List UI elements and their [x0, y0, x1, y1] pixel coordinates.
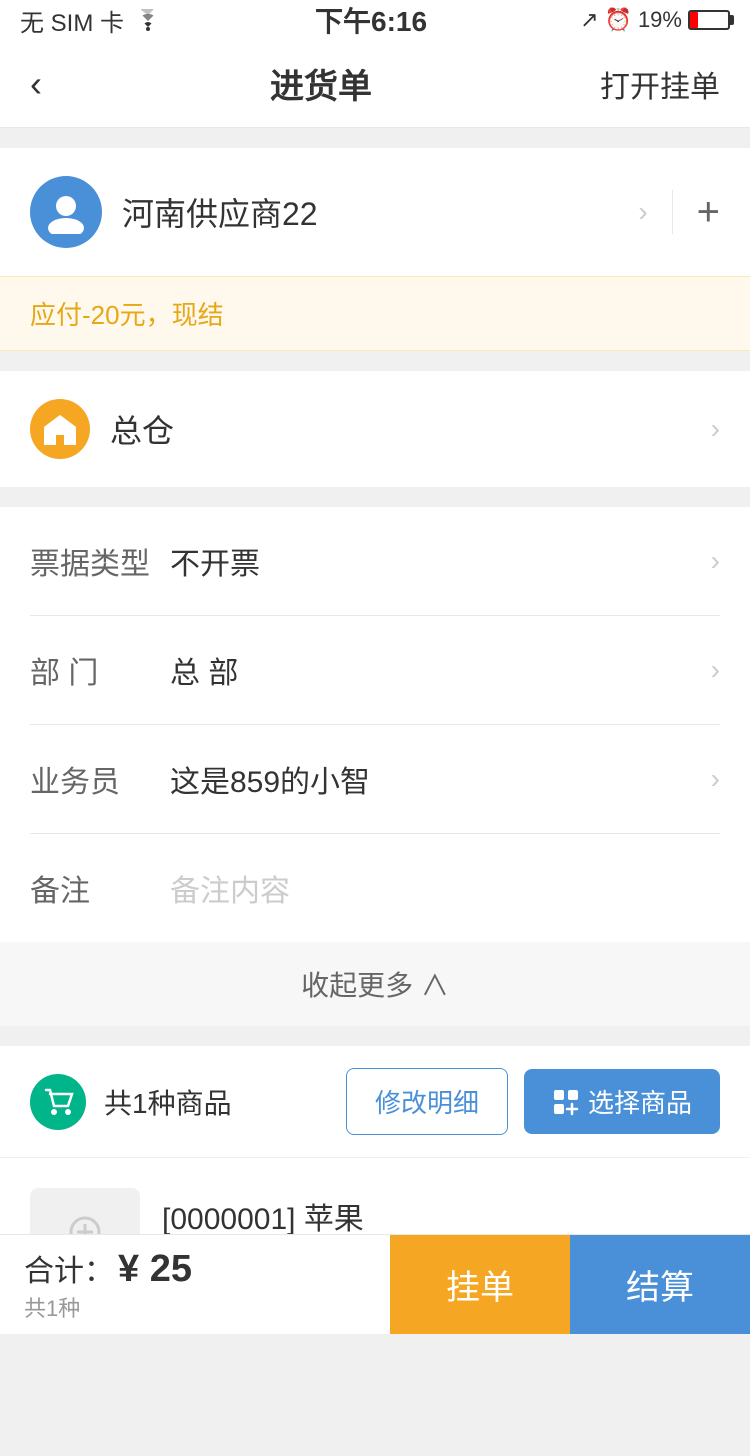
warehouse-row[interactable]: 总仓 › [0, 371, 750, 487]
modify-detail-button[interactable]: 修改明细 [346, 1068, 508, 1135]
department-label: 部 门 [30, 648, 160, 692]
battery-percent: 19% [638, 7, 682, 33]
status-bar: 无 SIM 卡 下午6:16 ↗ ⏰ 19% [0, 0, 750, 40]
collapse-text: 收起更多 ∧ [301, 964, 449, 1004]
hang-button[interactable]: 挂单 [390, 1235, 570, 1334]
status-left: 无 SIM 卡 [20, 3, 162, 38]
department-value: 总 部 [160, 648, 711, 692]
gap-4 [0, 1026, 750, 1046]
salesperson-chevron-icon: › [711, 763, 720, 795]
supplier-divider [672, 190, 673, 234]
location-icon: ↗ [580, 7, 598, 33]
total-section: 合计： ¥ 25 共1种 [0, 1235, 390, 1334]
settle-label: 结算 [626, 1260, 694, 1309]
total-label: 合计： [24, 1246, 114, 1290]
alarm-icon: ⏰ [605, 7, 632, 33]
supplier-chevron-icon: › [638, 196, 647, 228]
product-count-icon [30, 1074, 86, 1130]
select-product-button[interactable]: 选择商品 [524, 1069, 720, 1134]
invoice-type-value: 不开票 [160, 539, 711, 583]
form-section: 票据类型 不开票 › 部 门 总 部 › 业务员 这是859的小智 › 备注 备… [0, 507, 750, 942]
page-title: 进货单 [270, 59, 372, 108]
warehouse-icon [30, 399, 90, 459]
supplier-row[interactable]: 河南供应商22 › + [0, 148, 750, 276]
product-count-text: 共1种商品 [104, 1082, 346, 1122]
open-hang-button[interactable]: 打开挂单 [600, 62, 720, 106]
supplier-section: 河南供应商22 › + 应付-20元，现结 [0, 148, 750, 351]
product-name: [0000001] 苹果 [162, 1194, 668, 1238]
gap-3 [0, 487, 750, 507]
invoice-chevron-icon: › [711, 545, 720, 577]
status-right: ↗ ⏰ 19% [580, 7, 730, 33]
wifi-icon [134, 9, 162, 31]
supplier-avatar [30, 176, 102, 248]
warehouse-section: 总仓 › [0, 371, 750, 487]
invoice-type-row[interactable]: 票据类型 不开票 › [0, 507, 750, 615]
settle-button[interactable]: 结算 [570, 1235, 750, 1334]
product-code: [0000001] [162, 1203, 295, 1236]
bottom-bar: 合计： ¥ 25 共1种 挂单 结算 [0, 1234, 750, 1334]
cart-icon [42, 1086, 74, 1118]
supplier-name: 河南供应商22 [122, 189, 638, 235]
remark-label: 备注 [30, 866, 160, 910]
select-product-label: 选择商品 [588, 1083, 692, 1120]
add-supplier-button[interactable]: + [697, 190, 720, 235]
department-row[interactable]: 部 门 总 部 › [0, 616, 750, 724]
status-time: 下午6:16 [315, 0, 427, 40]
remark-row[interactable]: 备注 备注内容 [0, 834, 750, 942]
total-amount: ¥ 25 [118, 1248, 192, 1291]
department-chevron-icon: › [711, 654, 720, 686]
collapse-toggle[interactable]: 收起更多 ∧ [0, 942, 750, 1026]
product-header: 共1种商品 修改明细 选择商品 [0, 1046, 750, 1158]
gap-1 [0, 128, 750, 148]
salesperson-label: 业务员 [30, 757, 160, 801]
invoice-type-label: 票据类型 [30, 539, 160, 583]
gap-2 [0, 351, 750, 371]
salesperson-value: 这是859的小智 [160, 757, 711, 801]
nav-bar: ‹ 进货单 打开挂单 [0, 40, 750, 128]
total-count: 共1种 [24, 1291, 366, 1323]
battery-icon [688, 10, 730, 30]
home-icon [42, 411, 78, 447]
warehouse-chevron-icon: › [711, 413, 720, 445]
salesperson-row[interactable]: 业务员 这是859的小智 › [0, 725, 750, 833]
warehouse-name: 总仓 [110, 406, 711, 452]
back-button[interactable]: ‹ [30, 63, 42, 105]
remark-placeholder: 备注内容 [160, 866, 720, 910]
hang-label: 挂单 [446, 1260, 514, 1309]
alert-banner: 应付-20元，现结 [0, 276, 750, 351]
carrier-text: 无 SIM 卡 [20, 3, 124, 38]
select-product-icon [552, 1088, 580, 1116]
person-icon [44, 190, 88, 234]
